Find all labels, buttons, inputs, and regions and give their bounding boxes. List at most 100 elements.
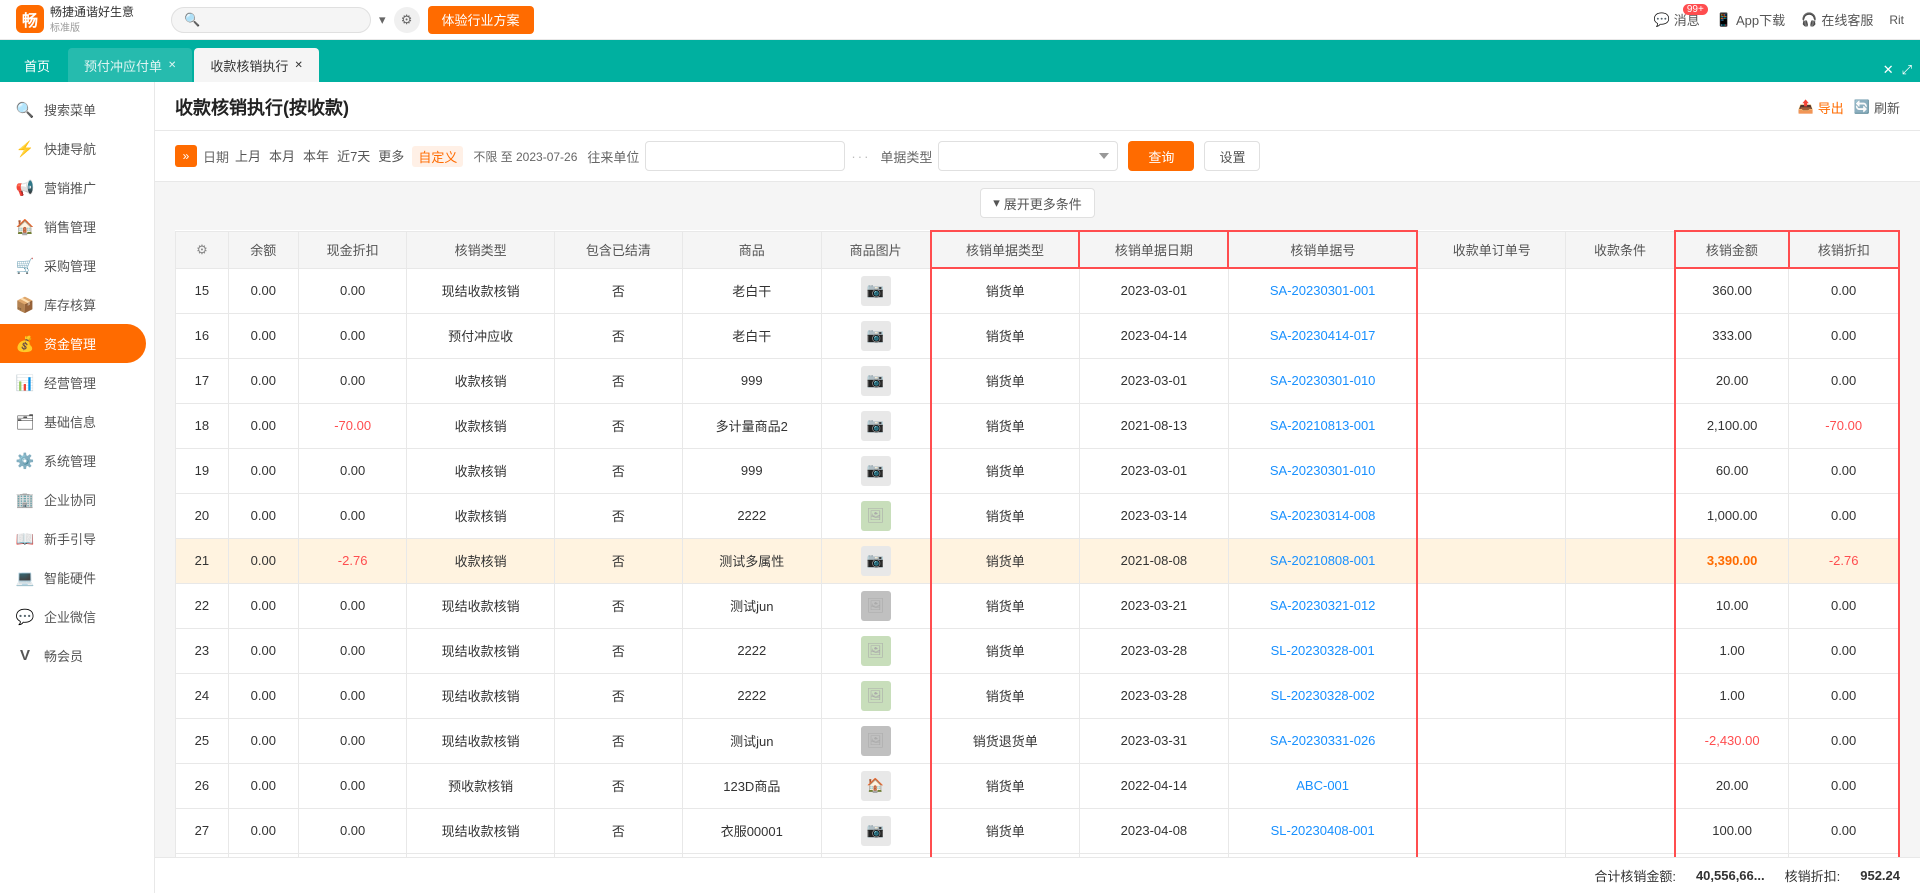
- topbar-search-box[interactable]: 🔍: [171, 7, 371, 33]
- date-opt-this-month[interactable]: 本月: [269, 146, 295, 167]
- sidebar-item-purchase[interactable]: 🛒 采购管理: [0, 246, 154, 285]
- date-opt-7days[interactable]: 近7天: [337, 146, 370, 167]
- cell-no: 23: [176, 628, 229, 673]
- export-button[interactable]: 📤 导出: [1798, 98, 1844, 117]
- sidebar-item-fund[interactable]: 💰 资金管理: [0, 324, 146, 363]
- bill-no-link[interactable]: SA-20230301-010: [1270, 373, 1376, 388]
- cell-amount: 1.00: [1675, 628, 1789, 673]
- message-icon-item[interactable]: 💬 消息 99+: [1654, 10, 1700, 29]
- sidebar-item-base[interactable]: 🗂 基础信息: [0, 402, 154, 441]
- cell-bill-date: 2023-03-28: [1079, 628, 1228, 673]
- th-settings[interactable]: ⚙: [176, 231, 229, 268]
- bill-no-link[interactable]: SA-20210813-001: [1270, 418, 1376, 433]
- sidebar-item-quick[interactable]: ⚡ 快捷导航: [0, 129, 154, 168]
- sidebar-item-guide[interactable]: 📖 新手引导: [0, 519, 154, 558]
- sidebar-label-marketing: 营销推广: [44, 178, 96, 197]
- gear-icon[interactable]: ⚙: [394, 7, 420, 33]
- refresh-button[interactable]: 🔄 刷新: [1854, 98, 1900, 117]
- sidebar-item-search[interactable]: 🔍 搜索菜单: [0, 90, 154, 129]
- th-goods-img: 商品图片: [821, 231, 930, 268]
- filter-expand-button[interactable]: »: [175, 145, 197, 167]
- sidebar-label-quick: 快捷导航: [44, 139, 96, 158]
- cell-discount: 0.00: [1789, 358, 1899, 403]
- headset-icon: 🎧: [1801, 12, 1817, 28]
- sidebar-item-corp[interactable]: 🏢 企业协同: [0, 480, 154, 519]
- customer-input[interactable]: [645, 141, 845, 171]
- page-title: 收款核销执行(按收款): [175, 94, 349, 120]
- goods-image: 📷: [861, 366, 891, 396]
- bill-no-link[interactable]: SA-20230301-010: [1270, 463, 1376, 478]
- bill-no-link[interactable]: SL-20230328-001: [1271, 643, 1375, 658]
- tab-prepay[interactable]: 预付冲应付单 ✕: [68, 48, 192, 82]
- bill-no-link[interactable]: SA-20230301-001: [1270, 283, 1376, 298]
- cell-amount: 333.00: [1675, 313, 1789, 358]
- cell-order-no: [1417, 313, 1565, 358]
- close-tab-icon[interactable]: ✕: [1883, 62, 1894, 78]
- topbar-right: 💬 消息 99+ 📱 App下载 🎧 在线客服 Rit: [1654, 10, 1904, 29]
- cell-bill-no: SA-20230301-010: [1228, 358, 1417, 403]
- sidebar-item-sys[interactable]: ⚙️ 系统管理: [0, 441, 154, 480]
- settings-button[interactable]: 设置: [1204, 141, 1260, 171]
- username-display[interactable]: Rit: [1889, 13, 1904, 27]
- guide-nav-icon: 📖: [16, 530, 34, 548]
- cell-order-no: [1417, 583, 1565, 628]
- cell-bill-no: SA-20230321-012: [1228, 583, 1417, 628]
- cell-bill-type: 销货单: [931, 448, 1080, 493]
- tab-collection[interactable]: 收款核销执行 ✕: [194, 48, 318, 82]
- bill-no-link[interactable]: SL-20230408-001: [1271, 823, 1375, 838]
- date-options: 上月 本月 本年 近7天 更多 自定义: [235, 146, 463, 167]
- cell-goods-img: 🖼: [821, 673, 930, 718]
- bill-no-link[interactable]: SA-20230414-017: [1270, 328, 1376, 343]
- sidebar-item-sales[interactable]: 🏠 销售管理: [0, 207, 154, 246]
- date-opt-last-month[interactable]: 上月: [235, 146, 261, 167]
- date-opt-this-year[interactable]: 本年: [303, 146, 329, 167]
- restore-tab-icon[interactable]: ⤢: [1902, 62, 1912, 78]
- sidebar-item-biz[interactable]: 📊 经营管理: [0, 363, 154, 402]
- app-logo: 畅 畅捷通谐好生意 标准版: [16, 5, 171, 34]
- sidebar-item-hardware[interactable]: 💻 智能硬件: [0, 558, 154, 597]
- bill-no-link[interactable]: SA-20230331-026: [1270, 733, 1376, 748]
- bill-no-link[interactable]: SL-20230328-002: [1271, 688, 1375, 703]
- cell-bill-date: 2023-04-08: [1079, 808, 1228, 853]
- sidebar-item-inventory[interactable]: 📦 库存核算: [0, 285, 154, 324]
- solution-button[interactable]: 体验行业方案: [428, 6, 534, 34]
- cell-discount: -70.00: [1789, 403, 1899, 448]
- sidebar-item-marketing[interactable]: 📢 营销推广: [0, 168, 154, 207]
- bill-no-link[interactable]: ABC-001: [1296, 778, 1349, 793]
- expand-more-button[interactable]: ▾ 展开更多条件: [980, 188, 1095, 218]
- customer-dots: ···: [851, 149, 870, 164]
- cell-bill-no: SL-20230408-001: [1228, 808, 1417, 853]
- th-order-no: 收款单订单号: [1417, 231, 1565, 268]
- bill-no-link[interactable]: SA-20230314-008: [1270, 508, 1376, 523]
- tab-collection-close[interactable]: ✕: [294, 60, 302, 71]
- cell-settled: 否: [554, 673, 682, 718]
- cell-discount: 0.00: [1789, 268, 1899, 313]
- date-opt-more[interactable]: 更多: [378, 146, 404, 167]
- sidebar-item-wechat[interactable]: 💬 企业微信: [0, 597, 154, 636]
- cell-balance: 0.00: [228, 268, 298, 313]
- table-row: 26 0.00 0.00 预收款核销 否 123D商品 🏠 销货单 2022-0…: [176, 763, 1900, 808]
- bill-type-select[interactable]: [938, 141, 1118, 171]
- cell-cash-discount: 0.00: [298, 763, 407, 808]
- sidebar-item-member[interactable]: V 畅会员: [0, 636, 154, 675]
- cell-bill-type: 销货单: [931, 763, 1080, 808]
- tab-prepay-close[interactable]: ✕: [168, 60, 176, 71]
- goods-image: 🖼: [861, 501, 891, 531]
- cell-balance: 0.00: [228, 538, 298, 583]
- cell-settled: 否: [554, 628, 682, 673]
- goods-image: 📷: [861, 321, 891, 351]
- bill-no-link[interactable]: SA-20230321-012: [1270, 598, 1376, 613]
- cell-goods-img: 🖼: [821, 718, 930, 763]
- app-download-item[interactable]: 📱 App下载: [1716, 10, 1785, 29]
- bill-no-link[interactable]: SA-20210808-001: [1270, 553, 1376, 568]
- topbar-dropdown[interactable]: ▾: [379, 12, 386, 28]
- search-icon: 🔍: [184, 12, 200, 28]
- fund-nav-icon: 💰: [16, 335, 34, 353]
- cell-discount: 0.00: [1789, 808, 1899, 853]
- query-button[interactable]: 查询: [1128, 141, 1194, 171]
- cell-settled: 否: [554, 358, 682, 403]
- main-content: 收款核销执行(按收款) 📤 导出 🔄 刷新 » 日期 上月 本月: [155, 82, 1920, 893]
- date-opt-custom[interactable]: 自定义: [412, 146, 463, 167]
- tab-home[interactable]: 首页: [8, 48, 66, 82]
- online-service-item[interactable]: 🎧 在线客服: [1801, 10, 1873, 29]
